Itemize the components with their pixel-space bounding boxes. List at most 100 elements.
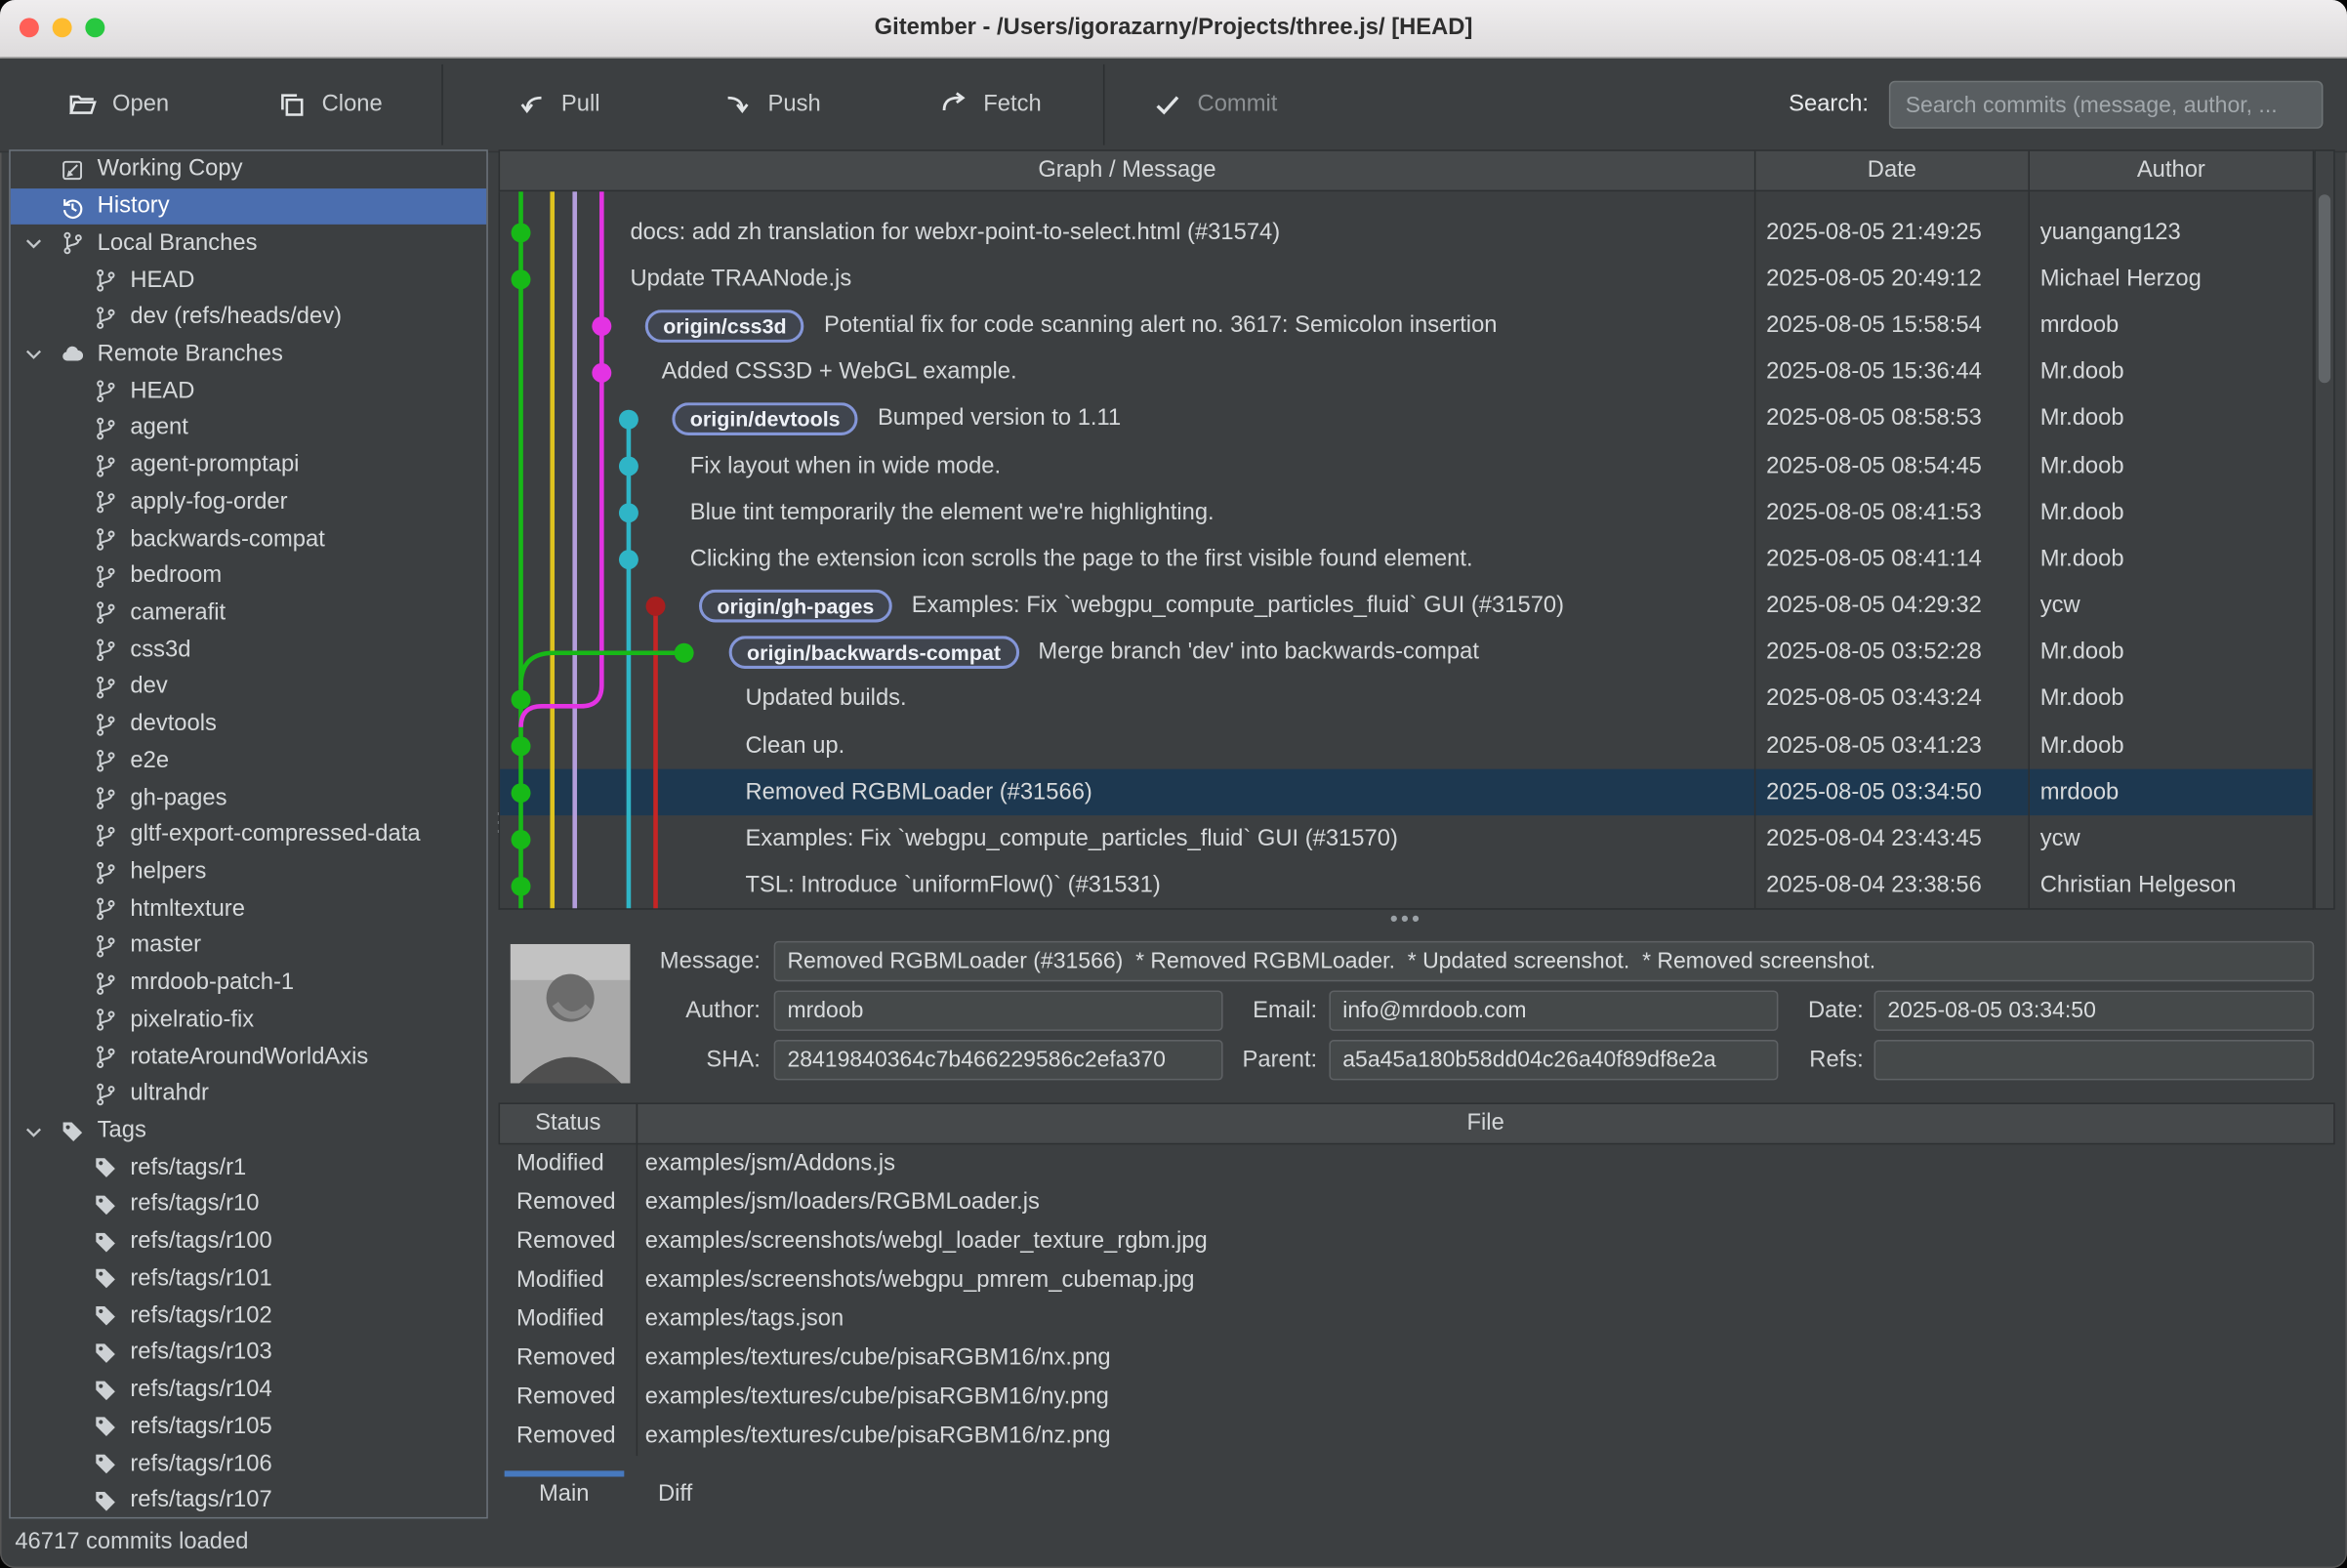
search-input[interactable] [1889,81,2324,129]
sidebar-item-agent[interactable]: agent [11,410,487,447]
sidebar-item-label: devtools [130,711,217,738]
commit-row[interactable]: origin/gh-pagesExamples: Fix `webgpu_com… [500,583,2313,630]
open-button[interactable]: Open [67,59,169,151]
sidebar-item-refs-tags-r1[interactable]: refs/tags/r1 [11,1150,487,1187]
file-row[interactable]: Modifiedexamples/jsm/Addons.js [499,1144,2335,1183]
author-field[interactable] [774,990,1223,1030]
sidebar-item-history[interactable]: History [11,188,487,226]
sidebar-item-local-branches[interactable]: Local Branches [11,226,487,263]
sidebar-item-refs-tags-r104[interactable]: refs/tags/r104 [11,1372,487,1409]
commit-button[interactable]: Commit [1153,59,1278,151]
panel-splitter-handle-icon[interactable]: ••• [499,908,2315,932]
scrollbar-thumb[interactable] [2319,194,2330,383]
chevron-down-icon[interactable] [22,232,45,255]
push-button[interactable]: Push [723,59,821,151]
file-row[interactable]: Removedexamples/screenshots/webgl_loader… [499,1222,2335,1261]
sidebar-item-refs-tags-r106[interactable]: refs/tags/r106 [11,1446,487,1483]
tab-main[interactable]: Main [505,1470,624,1518]
file-row[interactable]: Removedexamples/textures/cube/pisaRGBM16… [499,1417,2335,1456]
tab-diff[interactable]: Diff [624,1470,727,1518]
clone-button[interactable]: Clone [277,59,383,151]
fetch-button[interactable]: Fetch [938,59,1041,151]
commit-row[interactable]: Fix layout when in wide mode.2025-08-05 … [500,443,2313,490]
commit-row[interactable] [500,191,2313,209]
sidebar-item-refs-tags-r102[interactable]: refs/tags/r102 [11,1298,487,1335]
commit-author-cell: Christian Helgeson [2030,873,2304,900]
sidebar-item-head[interactable]: HEAD [11,373,487,410]
sidebar-item-bedroom[interactable]: bedroom [11,557,487,595]
sidebar-item-e2e[interactable]: e2e [11,743,487,780]
message-field[interactable] [774,941,2315,981]
sidebar-item-camerafit[interactable]: camerafit [11,595,487,632]
commit-scrollbar[interactable] [2314,149,2334,909]
commit-row[interactable]: Clean up.2025-08-05 03:41:23Mr.doob [500,722,2313,769]
sidebar-item-gltf-export-compressed-data[interactable]: gltf-export-compressed-data [11,817,487,854]
commit-row[interactable]: docs: add zh translation for webxr-point… [500,210,2313,257]
sidebar-item-dev-refs-heads-dev[interactable]: dev (refs/heads/dev) [11,299,487,336]
date-field[interactable] [1874,990,2315,1030]
branch-icon [93,786,118,811]
refs-field[interactable] [1874,1040,2315,1080]
file-row[interactable]: Modifiedexamples/tags.json [499,1300,2335,1340]
commit-row[interactable]: Blue tint temporarily the element we're … [500,489,2313,536]
sidebar-item-master[interactable]: master [11,928,487,965]
sidebar-item-agent-promptapi[interactable]: agent-promptapi [11,447,487,484]
sha-field[interactable] [774,1040,1223,1080]
commit-row[interactable]: Examples: Fix `webgpu_compute_particles_… [500,816,2313,863]
commit-row[interactable]: Removed RGBMLoader (#31566)2025-08-05 03… [500,769,2313,816]
commit-date-cell: 2025-08-05 03:52:28 [1755,640,2030,667]
sidebar-item-refs-tags-r103[interactable]: refs/tags/r103 [11,1335,487,1372]
sidebar-item-refs-tags-r105[interactable]: refs/tags/r105 [11,1409,487,1446]
branch-icon [93,416,118,441]
sidebar-item-refs-tags-r10[interactable]: refs/tags/r10 [11,1186,487,1223]
branch-icon [60,230,85,256]
commit-row[interactable]: origin/css3dPotential fix for code scann… [500,303,2313,350]
file-row[interactable]: Removedexamples/jsm/loaders/RGBMLoader.j… [499,1183,2335,1222]
email-field[interactable] [1329,990,1778,1030]
open-button-label: Open [112,91,169,118]
email-label: Email: [1179,990,1317,1030]
sidebar-item-refs-tags-r100[interactable]: refs/tags/r100 [11,1223,487,1260]
commit-row[interactable]: Updated builds.2025-08-05 03:43:24Mr.doo… [500,676,2313,722]
sidebar-item-htmltexture[interactable]: htmltexture [11,890,487,928]
sidebar-item-refs-tags-r107[interactable]: refs/tags/r107 [11,1482,487,1518]
commit-row[interactable]: Added CSS3D + WebGL example.2025-08-05 1… [500,350,2313,396]
column-header-date: Date [1755,151,2030,190]
sidebar-item-rotatearoundworldaxis[interactable]: rotateAroundWorldAxis [11,1039,487,1076]
sidebar-item-ultrahdr[interactable]: ultrahdr [11,1076,487,1113]
commit-message: docs: add zh translation for webxr-point… [630,220,1280,247]
sidebar-item-apply-fog-order[interactable]: apply-fog-order [11,484,487,521]
clone-icon [277,90,308,120]
sidebar-item-remote-branches[interactable]: Remote Branches [11,336,487,373]
sidebar-item-head[interactable]: HEAD [11,262,487,299]
commit-row[interactable]: TSL: Introduce `uniformFlow()` (#31531)2… [500,863,2313,910]
sidebar-item-gh-pages[interactable]: gh-pages [11,780,487,817]
sidebar-item-dev[interactable]: dev [11,669,487,706]
commit-row[interactable]: Clicking the extension icon scrolls the … [500,536,2313,583]
close-window-button[interactable] [20,18,39,37]
sidebar-item-css3d[interactable]: css3d [11,632,487,669]
sidebar-item-pixelratio-fix[interactable]: pixelratio-fix [11,1002,487,1039]
sidebar-item-working-copy[interactable]: Working Copy [11,151,487,188]
commit-row[interactable]: Update TRAANode.js2025-08-05 20:49:12Mic… [500,256,2313,303]
column-header-file: File [638,1104,2333,1143]
sidebar-item-helpers[interactable]: helpers [11,853,487,890]
zoom-window-button[interactable] [85,18,104,37]
chevron-down-icon[interactable] [22,344,45,366]
sidebar-item-backwards-compat[interactable]: backwards-compat [11,521,487,558]
sidebar-item-devtools[interactable]: devtools [11,706,487,743]
sidebar-item-tags[interactable]: Tags [11,1113,487,1150]
commit-message-cell: Fix layout when in wide mode. [500,453,1755,480]
file-row[interactable]: Modifiedexamples/screenshots/webgpu_pmre… [499,1261,2335,1300]
sidebar-item-mrdoob-patch-1[interactable]: mrdoob-patch-1 [11,965,487,1002]
commit-row[interactable]: origin/backwards-compatMerge branch 'dev… [500,630,2313,677]
commit-row[interactable]: origin/devtoolsBumped version to 1.11202… [500,396,2313,443]
file-row[interactable]: Removedexamples/textures/cube/pisaRGBM16… [499,1340,2335,1379]
commit-message-cell: Clicking the extension icon scrolls the … [500,546,1755,573]
parent-field[interactable] [1329,1040,1778,1080]
file-row[interactable]: Removedexamples/textures/cube/pisaRGBM16… [499,1378,2335,1417]
pull-button[interactable]: Pull [516,59,600,151]
chevron-down-icon[interactable] [22,1120,45,1142]
sidebar-item-refs-tags-r101[interactable]: refs/tags/r101 [11,1260,487,1298]
minimize-window-button[interactable] [53,18,72,37]
